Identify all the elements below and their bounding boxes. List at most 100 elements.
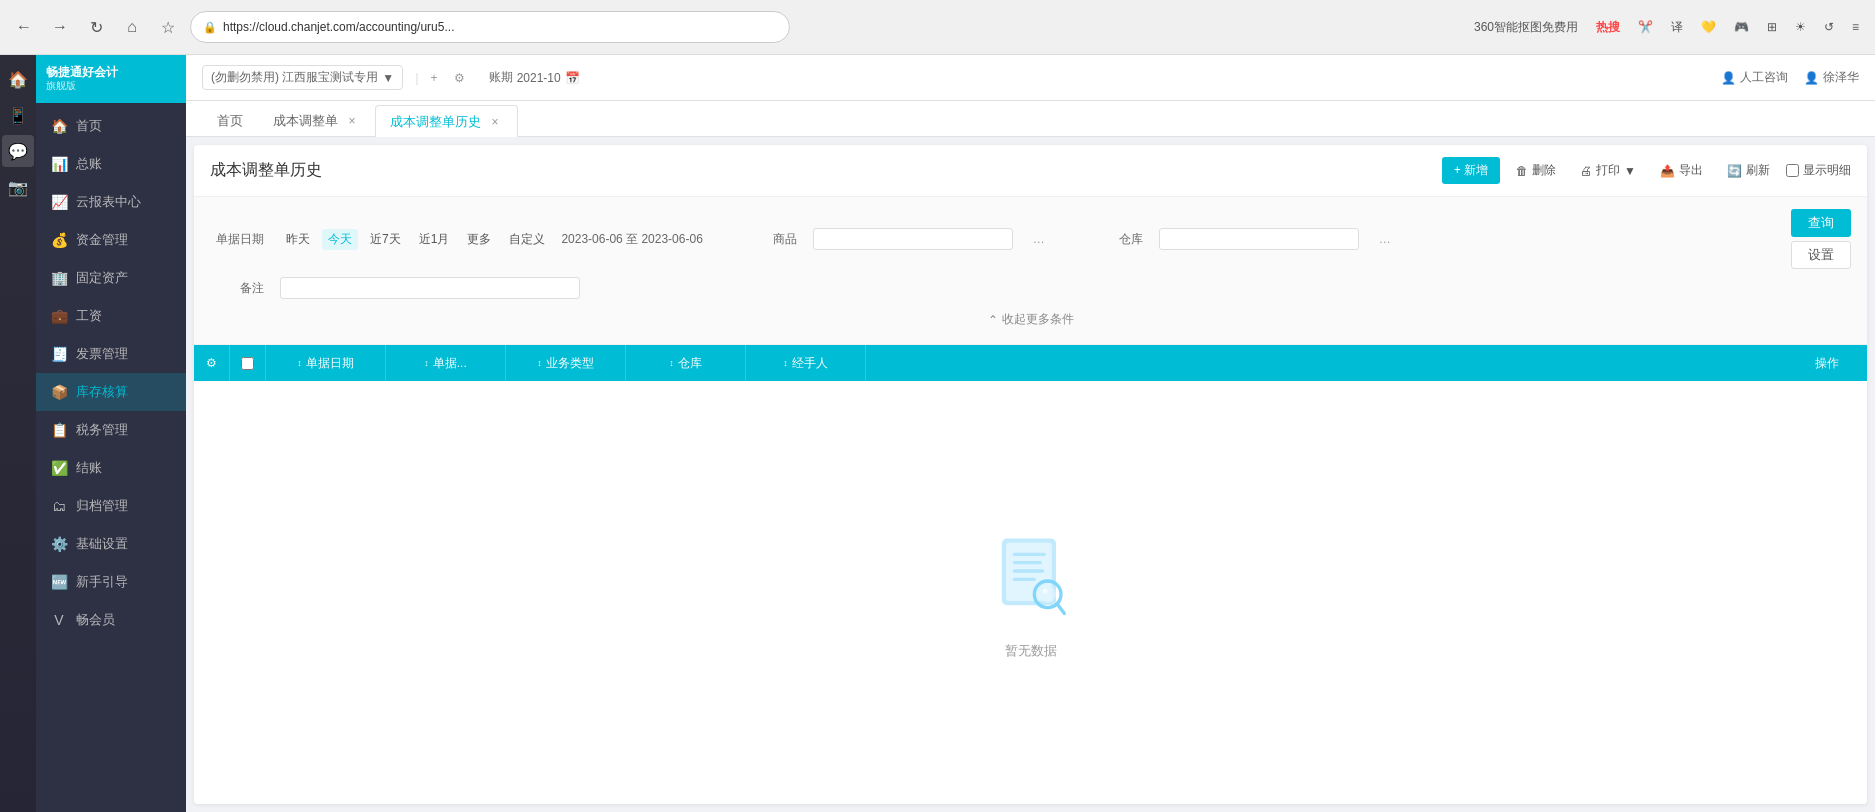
warehouse-ellipsis-btn[interactable]: … <box>1375 230 1395 248</box>
sidebar-label-home: 首页 <box>76 117 102 135</box>
warehouse-input[interactable] <box>1159 228 1359 250</box>
sidebar-label-ledger: 总账 <box>76 155 102 173</box>
tab-cost-adjustment[interactable]: 成本调整单 × <box>258 104 375 136</box>
reports-icon: 📈 <box>50 194 68 210</box>
filter-settings-btn[interactable]: 设置 <box>1791 241 1851 269</box>
th-date[interactable]: ↕ 单据日期 <box>266 345 386 381</box>
display-checkbox[interactable] <box>1786 164 1799 177</box>
select-all-checkbox[interactable] <box>241 357 254 370</box>
date-btn-1month[interactable]: 近1月 <box>413 229 456 250</box>
remark-input[interactable] <box>280 277 580 299</box>
goods-input[interactable] <box>813 228 1013 250</box>
rail-item-2[interactable]: 📱 <box>2 99 34 131</box>
address-bar[interactable]: 🔒 https://cloud.chanjet.com/accounting/u… <box>190 11 790 43</box>
grid-tool[interactable]: ⊞ <box>1761 18 1783 36</box>
sidebar-item-archive[interactable]: 🗂 归档管理 <box>36 487 186 525</box>
sidebar-item-vip[interactable]: V 畅会员 <box>36 601 186 639</box>
org-name: (勿删勿禁用) 江西服宝测试专用 <box>211 69 378 86</box>
collapse-btn[interactable]: ⌃ 收起更多条件 <box>972 307 1090 332</box>
th-person-label: 经手人 <box>792 355 828 372</box>
th-num[interactable]: ↕ 单据... <box>386 345 506 381</box>
tab-cost-history[interactable]: 成本调整单历史 × <box>375 105 518 137</box>
hot-search-label[interactable]: 热搜 <box>1590 17 1626 38</box>
sidebar-item-funds[interactable]: 💰 资金管理 <box>36 221 186 259</box>
export-btn[interactable]: 📤 导出 <box>1652 158 1711 183</box>
sidebar-item-home[interactable]: 🏠 首页 <box>36 107 186 145</box>
game-tool[interactable]: 🎮 <box>1728 18 1755 36</box>
service-btn[interactable]: 👤 人工咨询 <box>1721 69 1788 86</box>
sidebar-label-payroll: 工资 <box>76 307 102 325</box>
user-btn[interactable]: 👤 徐泽华 <box>1804 69 1859 86</box>
lock-icon: 🔒 <box>203 21 217 34</box>
forward-button[interactable]: → <box>46 13 74 41</box>
scissors-tool[interactable]: ✂️ <box>1632 18 1659 36</box>
guide-icon: 🆕 <box>50 574 68 590</box>
query-btn[interactable]: 查询 <box>1791 209 1851 237</box>
delete-btn[interactable]: 🗑 删除 <box>1508 158 1564 183</box>
date-btn-more[interactable]: 更多 <box>461 229 497 250</box>
tab-cost-history-close[interactable]: × <box>487 114 503 130</box>
sidebar-item-ledger[interactable]: 📊 总账 <box>36 145 186 183</box>
search-tool[interactable]: 360智能抠图免费用 <box>1468 17 1584 38</box>
rail-item-4[interactable]: 📷 <box>2 171 34 203</box>
print-btn[interactable]: 🖨 打印 ▼ <box>1572 158 1644 183</box>
logo-name: 畅捷通好会计 <box>46 65 118 79</box>
th-date-sort-icon: ↕ <box>297 360 302 366</box>
closing-icon: ✅ <box>50 460 68 476</box>
date-btn-yesterday[interactable]: 昨天 <box>280 229 316 250</box>
sidebar-item-reports[interactable]: 📈 云报表中心 <box>36 183 186 221</box>
refresh-btn[interactable]: 🔄 刷新 <box>1719 158 1778 183</box>
th-warehouse[interactable]: ↕ 仓库 <box>626 345 746 381</box>
sidebar-label-tax: 税务管理 <box>76 421 128 439</box>
svg-rect-3 <box>1012 561 1041 564</box>
undo-tool[interactable]: ↺ <box>1818 18 1840 36</box>
page-header: 成本调整单历史 + 新增 🗑 删除 🖨 打印 ▼ 📤 导出 <box>194 145 1867 197</box>
date-btn-today[interactable]: 今天 <box>322 229 358 250</box>
sidebar-label-settings: 基础设置 <box>76 535 128 553</box>
date-btn-custom[interactable]: 自定义 <box>503 229 551 250</box>
th-type-label: 业务类型 <box>546 355 594 372</box>
back-button[interactable]: ← <box>10 13 38 41</box>
settings-org-btn[interactable]: ⚙ <box>454 71 465 85</box>
menu-tool[interactable]: ≡ <box>1846 18 1865 36</box>
svg-rect-2 <box>1012 552 1045 555</box>
wallet-tool[interactable]: 💛 <box>1695 18 1722 36</box>
date-btn-7days[interactable]: 近7天 <box>364 229 407 250</box>
sidebar-item-assets[interactable]: 🏢 固定资产 <box>36 259 186 297</box>
th-check[interactable] <box>230 345 266 381</box>
invoice-icon: 🧾 <box>50 346 68 362</box>
home-button[interactable]: ⌂ <box>118 13 146 41</box>
th-biztype[interactable]: ↕ 业务类型 <box>506 345 626 381</box>
org-selector[interactable]: (勿删勿禁用) 江西服宝测试专用 ▼ <box>202 65 403 90</box>
rail-item-1[interactable]: 🏠 <box>2 63 34 95</box>
tab-home[interactable]: 首页 <box>202 104 258 136</box>
add-org-btn[interactable]: + <box>431 71 438 85</box>
sidebar-item-invoice[interactable]: 🧾 发票管理 <box>36 335 186 373</box>
rail-item-3[interactable]: 💬 <box>2 135 34 167</box>
new-btn[interactable]: + 新增 <box>1442 157 1500 184</box>
reload-button[interactable]: ↻ <box>82 13 110 41</box>
user-avatar-icon: 👤 <box>1804 71 1819 85</box>
top-bar: (勿删勿禁用) 江西服宝测试专用 ▼ | + ⚙ 账期 2021-10 📅 👤 … <box>186 55 1875 101</box>
service-label: 人工咨询 <box>1740 69 1788 86</box>
sidebar-item-settings[interactable]: ⚙️ 基础设置 <box>36 525 186 563</box>
th-person[interactable]: ↕ 经手人 <box>746 345 866 381</box>
sidebar-item-closing[interactable]: ✅ 结账 <box>36 449 186 487</box>
translate-tool[interactable]: 译 <box>1665 17 1689 38</box>
sidebar-logo[interactable]: 畅捷通好会计 旗舰版 <box>36 55 186 103</box>
sidebar-item-guide[interactable]: 🆕 新手引导 <box>36 563 186 601</box>
display-checkbox-label[interactable]: 显示明细 <box>1786 162 1851 179</box>
th-gear[interactable]: ⚙ <box>194 345 230 381</box>
sidebar-item-tax[interactable]: 📋 税务管理 <box>36 411 186 449</box>
sidebar-item-payroll[interactable]: 💼 工资 <box>36 297 186 335</box>
main-area: (勿删勿禁用) 江西服宝测试专用 ▼ | + ⚙ 账期 2021-10 📅 👤 … <box>186 55 1875 812</box>
sidebar-label-funds: 资金管理 <box>76 231 128 249</box>
goods-ellipsis-btn[interactable]: … <box>1029 230 1049 248</box>
brightness-tool[interactable]: ☀ <box>1789 18 1812 36</box>
bookmark-button[interactable]: ☆ <box>154 13 182 41</box>
tab-cost-adjustment-close[interactable]: × <box>344 113 360 129</box>
print-icon: 🖨 <box>1580 164 1592 178</box>
sidebar-item-inventory[interactable]: 📦 库存核算 <box>36 373 186 411</box>
app-container: 🏠 📱 💬 📷 畅捷通好会计 旗舰版 🏠 首页 📊 总账 📈 云报表中心 <box>0 55 1875 812</box>
tax-icon: 📋 <box>50 422 68 438</box>
